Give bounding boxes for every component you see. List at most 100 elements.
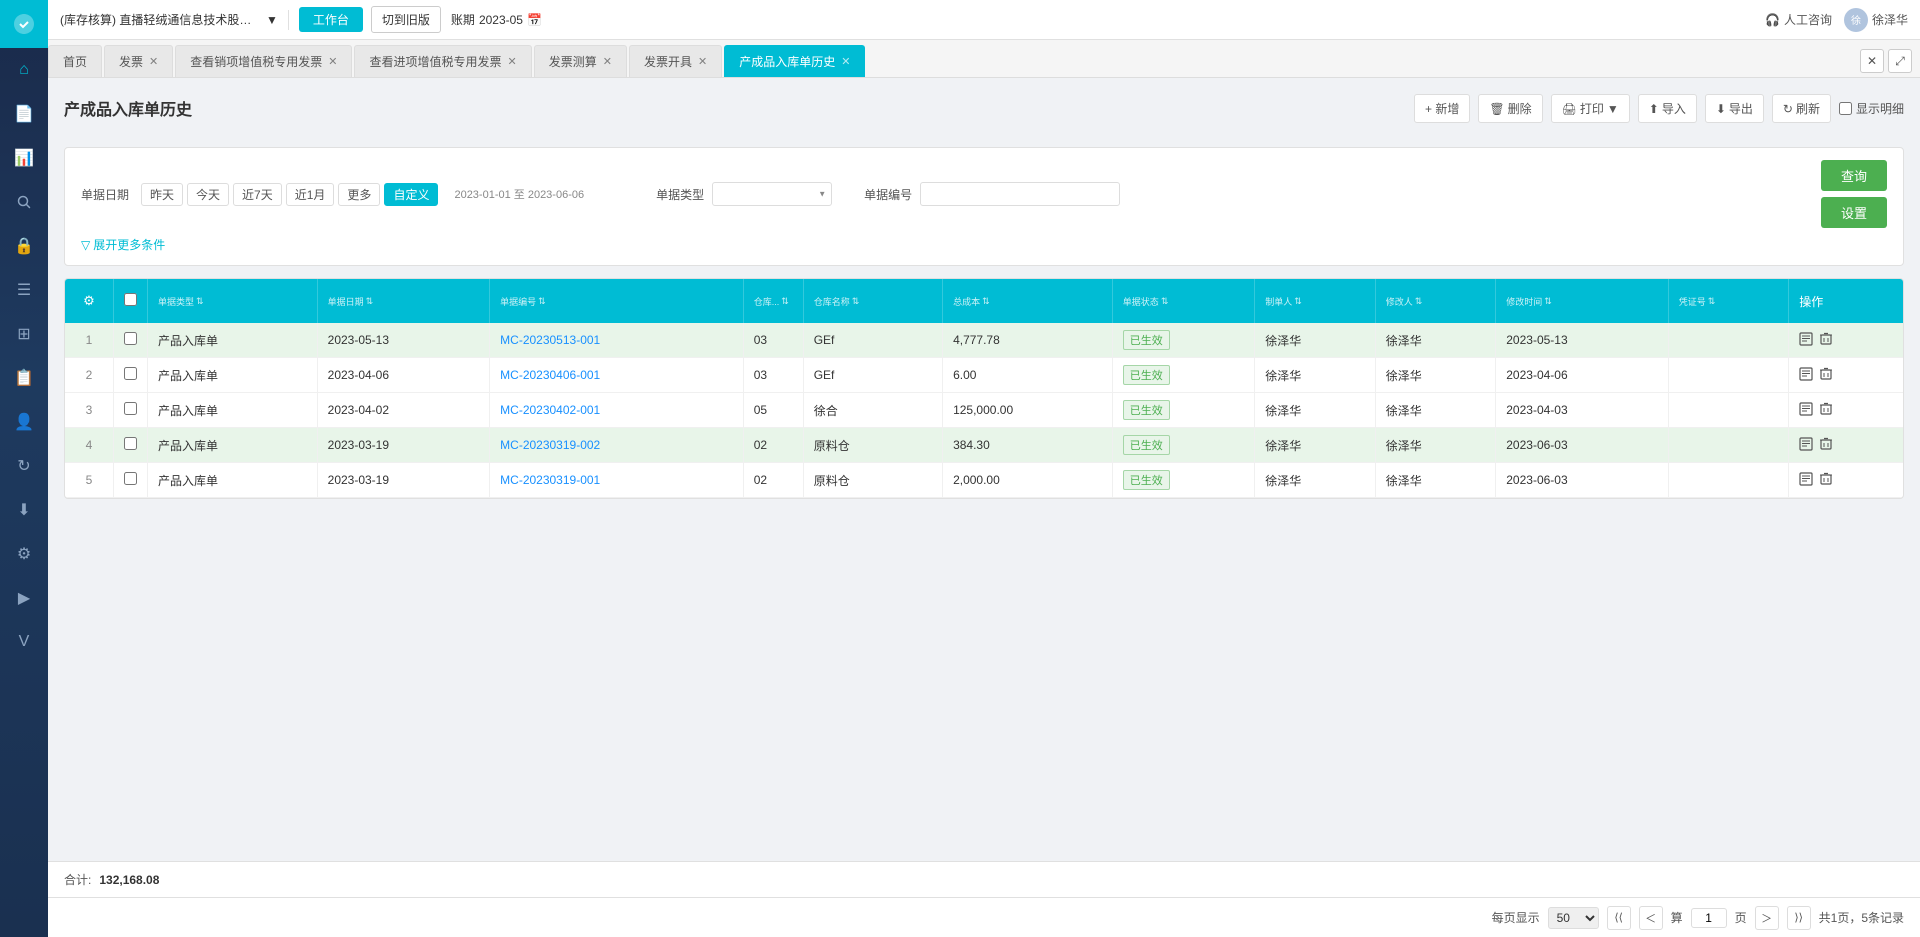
delete-button[interactable]: 🗑 删除 <box>1478 94 1542 123</box>
th-status: 单据状态 ⇅ <box>1112 279 1254 323</box>
close-all-tabs-button[interactable]: ✕ <box>1860 49 1884 73</box>
row-delete-icon-5[interactable] <box>1819 472 1833 489</box>
user-avatar: 徐 <box>1844 8 1868 32</box>
tab-check-input[interactable]: 查看进项增值税专用发票 ✕ <box>354 45 531 77</box>
maximize-button[interactable]: ⤢ <box>1888 49 1912 73</box>
row-delete-icon-3[interactable] <box>1819 402 1833 419</box>
row-edit-icon-3[interactable] <box>1799 402 1813 419</box>
import-button[interactable]: ⬆ 导入 <box>1638 94 1697 123</box>
th-number-sort[interactable]: 单据编号 ⇅ <box>500 295 733 308</box>
sidebar-item-download[interactable]: ⬇ <box>0 488 48 532</box>
new-button[interactable]: + 新增 <box>1414 94 1470 123</box>
query-button[interactable]: 查询 <box>1821 160 1887 191</box>
tab-stock-history[interactable]: 产成品入库单历史 ✕ <box>724 45 865 77</box>
row-total-cost-5: 2,000.00 <box>943 463 1113 498</box>
number-filter-input[interactable] <box>920 182 1120 206</box>
sidebar-item-grid[interactable]: ⊞ <box>0 312 48 356</box>
sidebar-item-doc[interactable]: 📄 <box>0 92 48 136</box>
row-checkbox-4[interactable] <box>124 437 137 450</box>
user-service[interactable]: 🎧 人工咨询 <box>1765 11 1832 28</box>
row-delete-icon-1[interactable] <box>1819 332 1833 349</box>
close-icon[interactable]: ✕ <box>603 55 612 68</box>
refresh-button[interactable]: ↻ 刷新 <box>1772 94 1831 123</box>
column-settings-button[interactable]: ⚙ <box>75 287 103 315</box>
sidebar-item-list[interactable]: ☰ <box>0 268 48 312</box>
sidebar-item-home[interactable]: ⌂ <box>0 48 48 92</box>
tab-invoice-calc[interactable]: 发票测算 ✕ <box>534 45 627 77</box>
table-row: 5 产品入库单 2023-03-19 MC-20230319-001 02 原料… <box>65 463 1903 498</box>
sidebar-item-chart[interactable]: 📊 <box>0 136 48 180</box>
first-page-button[interactable]: ⟨⟨ <box>1607 906 1631 930</box>
set-button[interactable]: 设置 <box>1821 197 1887 228</box>
type-select[interactable]: 产品入库单 <box>712 182 832 206</box>
tab-home[interactable]: 首页 <box>48 45 102 77</box>
close-icon[interactable]: ✕ <box>841 55 850 68</box>
close-icon[interactable]: ✕ <box>508 55 517 68</box>
row-checkbox-5[interactable] <box>124 472 137 485</box>
tab-check-output[interactable]: 查看销项增值税专用发票 ✕ <box>175 45 352 77</box>
sidebar-item-lock[interactable]: 🔒 <box>0 224 48 268</box>
th-status-sort[interactable]: 单据状态 ⇅ <box>1123 295 1244 308</box>
date-btn-yesterday[interactable]: 昨天 <box>141 183 183 206</box>
sort-icon: ⇅ <box>781 296 789 307</box>
sidebar-item-settings[interactable]: ⚙ <box>0 532 48 576</box>
page-number-input[interactable] <box>1691 908 1727 928</box>
date-btn-7days[interactable]: 近7天 <box>233 183 282 206</box>
row-checkbox-1[interactable] <box>124 332 137 345</box>
th-type-sort[interactable]: 单据类型 ⇅ <box>158 295 307 308</box>
expand-filter-button[interactable]: ▽ 展开更多条件 <box>81 236 165 253</box>
row-edit-icon-2[interactable] <box>1799 367 1813 384</box>
tab-invoice[interactable]: 发票 ✕ <box>104 45 173 77</box>
sidebar-item-play[interactable]: ▶ <box>0 576 48 620</box>
row-checkbox-2[interactable] <box>124 367 137 380</box>
row-creator-4: 徐泽华 <box>1255 428 1376 463</box>
row-edit-icon-5[interactable] <box>1799 472 1813 489</box>
sort-icon: ⇅ <box>366 296 374 307</box>
row-number-link-2[interactable]: MC-20230406-001 <box>500 368 600 382</box>
th-wh-name-sort[interactable]: 仓库名称 ⇅ <box>814 295 932 308</box>
row-number-link-5[interactable]: MC-20230319-001 <box>500 473 600 487</box>
close-icon[interactable]: ✕ <box>698 55 707 68</box>
th-modifier-sort[interactable]: 修改人 ⇅ <box>1386 295 1486 308</box>
th-date-sort[interactable]: 单据日期 ⇅ <box>328 295 480 308</box>
row-delete-icon-4[interactable] <box>1819 437 1833 454</box>
show-detail-checkbox[interactable]: 显示明细 <box>1839 100 1904 117</box>
th-wh-code-sort[interactable]: 仓库... ⇅ <box>754 295 793 308</box>
last-page-button[interactable]: ⟩⟩ <box>1787 906 1811 930</box>
row-number-link-1[interactable]: MC-20230513-001 <box>500 333 600 347</box>
sidebar-item-user[interactable]: 👤 <box>0 400 48 444</box>
th-creator-sort[interactable]: 制单人 ⇅ <box>1265 295 1365 308</box>
calendar-icon[interactable]: 📅 <box>527 13 542 27</box>
page-size-select[interactable]: 50 100 200 <box>1548 907 1599 929</box>
th-modify-time-sort[interactable]: 修改时间 ⇅ <box>1506 295 1658 308</box>
prev-page-button[interactable]: ＜ <box>1639 906 1663 930</box>
sidebar-item-order[interactable]: 📋 <box>0 356 48 400</box>
close-icon[interactable]: ✕ <box>328 55 337 68</box>
workbench-button[interactable]: 工作台 <box>299 7 363 32</box>
date-btn-more[interactable]: 更多 <box>338 183 380 206</box>
select-all-checkbox[interactable] <box>124 293 137 306</box>
row-edit-icon-1[interactable] <box>1799 332 1813 349</box>
date-btn-today[interactable]: 今天 <box>187 183 229 206</box>
th-total-cost-sort[interactable]: 总成本 ⇅ <box>953 295 1102 308</box>
row-checkbox-3[interactable] <box>124 402 137 415</box>
sidebar-item-search[interactable] <box>0 180 48 224</box>
row-number-link-3[interactable]: MC-20230402-001 <box>500 403 600 417</box>
company-selector[interactable]: (库存核算) 直播轻绒通信息技术股份... ▼ <box>60 11 278 28</box>
date-btn-1month[interactable]: 近1月 <box>286 183 335 206</box>
tab-invoice-open[interactable]: 发票开具 ✕ <box>629 45 722 77</box>
th-voucher-sort[interactable]: 凭证号 ⇅ <box>1679 295 1779 308</box>
next-page-button[interactable]: ＞ <box>1755 906 1779 930</box>
user-profile[interactable]: 徐 徐泽华 <box>1844 8 1908 32</box>
print-button[interactable]: 🖨 打印 ▼ <box>1551 94 1630 123</box>
switch-version-button[interactable]: 切到旧版 <box>371 6 441 33</box>
row-delete-icon-2[interactable] <box>1819 367 1833 384</box>
sidebar-item-refresh[interactable]: ↻ <box>0 444 48 488</box>
export-button[interactable]: ⬇ 导出 <box>1705 94 1764 123</box>
show-detail-input[interactable] <box>1839 102 1852 115</box>
sidebar-item-v[interactable]: V <box>0 620 48 664</box>
date-btn-custom[interactable]: 自定义 <box>384 183 438 206</box>
row-edit-icon-4[interactable] <box>1799 437 1813 454</box>
close-icon[interactable]: ✕ <box>149 55 158 68</box>
row-number-link-4[interactable]: MC-20230319-002 <box>500 438 600 452</box>
